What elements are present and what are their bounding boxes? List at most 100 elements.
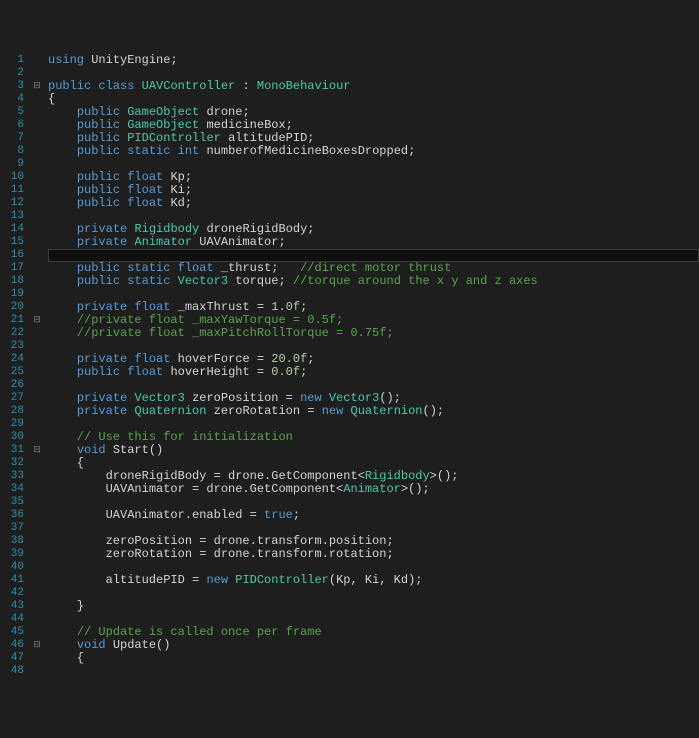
code-line[interactable]: UAVAnimator.enabled = true; <box>48 509 699 522</box>
fold-toggle <box>30 405 44 418</box>
fold-toggle <box>30 327 44 340</box>
fold-toggle <box>30 626 44 639</box>
line-number: 45 <box>0 626 30 639</box>
line-number: 9 <box>0 158 30 171</box>
code-line[interactable]: public static Vector3 torque; //torque a… <box>48 275 699 288</box>
line-number: 8 <box>0 145 30 158</box>
line-number: 36 <box>0 509 30 522</box>
fold-toggle <box>30 54 44 67</box>
fold-toggle <box>30 223 44 236</box>
fold-toggle[interactable]: ⊟ <box>30 639 44 652</box>
line-number-gutter: 1234567891011121314151617181920212223242… <box>0 52 30 673</box>
fold-toggle <box>30 470 44 483</box>
code-line[interactable]: } <box>48 600 699 613</box>
line-number: 4 <box>0 93 30 106</box>
line-number: 26 <box>0 379 30 392</box>
code-line[interactable]: public static int numberofMedicineBoxesD… <box>48 145 699 158</box>
fold-toggle <box>30 496 44 509</box>
fold-toggle <box>30 535 44 548</box>
fold-toggle[interactable]: ⊟ <box>30 314 44 327</box>
fold-toggle <box>30 67 44 80</box>
code-line[interactable]: void Update() <box>48 639 699 652</box>
code-line[interactable]: using UnityEngine; <box>48 54 699 67</box>
fold-toggle <box>30 483 44 496</box>
fold-toggle <box>30 275 44 288</box>
line-number: 17 <box>0 262 30 275</box>
fold-toggle <box>30 574 44 587</box>
line-number: 19 <box>0 288 30 301</box>
fold-toggle[interactable]: ⊟ <box>30 80 44 93</box>
fold-toggle <box>30 236 44 249</box>
fold-toggle <box>30 418 44 431</box>
line-number: 31 <box>0 444 30 457</box>
line-number: 35 <box>0 496 30 509</box>
fold-toggle <box>30 210 44 223</box>
line-number: 20 <box>0 301 30 314</box>
line-number: 21 <box>0 314 30 327</box>
code-line[interactable]: //private float _maxPitchRollTorque = 0.… <box>48 327 699 340</box>
fold-toggle <box>30 301 44 314</box>
code-area[interactable]: using UnityEngine; public class UAVContro… <box>44 52 699 673</box>
code-line[interactable] <box>48 587 699 600</box>
fold-toggle <box>30 561 44 574</box>
code-line[interactable]: public float Kd; <box>48 197 699 210</box>
line-number: 34 <box>0 483 30 496</box>
fold-toggle <box>30 366 44 379</box>
fold-toggle <box>30 665 44 678</box>
line-number: 12 <box>0 197 30 210</box>
line-number: 48 <box>0 665 30 678</box>
line-number: 47 <box>0 652 30 665</box>
line-number: 42 <box>0 587 30 600</box>
code-line[interactable]: altitudePID = new PIDController(Kp, Ki, … <box>48 574 699 587</box>
fold-toggle <box>30 587 44 600</box>
fold-toggle <box>30 509 44 522</box>
code-line[interactable]: private Quaternion zeroRotation = new Qu… <box>48 405 699 418</box>
code-line[interactable]: private Animator UAVAnimator; <box>48 236 699 249</box>
fold-toggle <box>30 249 44 262</box>
fold-toggle <box>30 132 44 145</box>
line-number: 1 <box>0 54 30 67</box>
line-number: 30 <box>0 431 30 444</box>
fold-toggle <box>30 522 44 535</box>
line-number: 23 <box>0 340 30 353</box>
line-number: 28 <box>0 405 30 418</box>
line-number: 11 <box>0 184 30 197</box>
line-number: 18 <box>0 275 30 288</box>
line-number: 3 <box>0 80 30 93</box>
fold-toggle <box>30 392 44 405</box>
fold-toggle[interactable]: ⊟ <box>30 444 44 457</box>
code-line[interactable]: public class UAVController : MonoBehavio… <box>48 80 699 93</box>
fold-column[interactable]: ⊟ ⊟ ⊟ ⊟ <box>30 52 44 673</box>
fold-toggle <box>30 652 44 665</box>
line-number: 25 <box>0 366 30 379</box>
code-line[interactable]: void Start() <box>48 444 699 457</box>
line-number: 27 <box>0 392 30 405</box>
fold-toggle <box>30 171 44 184</box>
fold-toggle <box>30 145 44 158</box>
fold-toggle <box>30 613 44 626</box>
fold-toggle <box>30 379 44 392</box>
code-line[interactable]: { <box>48 652 699 665</box>
code-line[interactable]: zeroRotation = drone.transform.rotation; <box>48 548 699 561</box>
fold-toggle <box>30 119 44 132</box>
line-number: 29 <box>0 418 30 431</box>
code-line[interactable]: public float hoverHeight = 0.0f; <box>48 366 699 379</box>
line-number: 22 <box>0 327 30 340</box>
line-number: 44 <box>0 613 30 626</box>
line-number: 6 <box>0 119 30 132</box>
code-line[interactable]: UAVAnimator = drone.GetComponent<Animato… <box>48 483 699 496</box>
line-number: 2 <box>0 67 30 80</box>
fold-toggle <box>30 106 44 119</box>
fold-toggle <box>30 353 44 366</box>
fold-toggle <box>30 288 44 301</box>
line-number: 38 <box>0 535 30 548</box>
line-number: 32 <box>0 457 30 470</box>
fold-toggle <box>30 158 44 171</box>
fold-toggle <box>30 431 44 444</box>
line-number: 13 <box>0 210 30 223</box>
line-number: 7 <box>0 132 30 145</box>
line-number: 37 <box>0 522 30 535</box>
line-number: 10 <box>0 171 30 184</box>
code-editor[interactable]: 1234567891011121314151617181920212223242… <box>0 52 699 673</box>
code-line[interactable] <box>48 665 699 678</box>
